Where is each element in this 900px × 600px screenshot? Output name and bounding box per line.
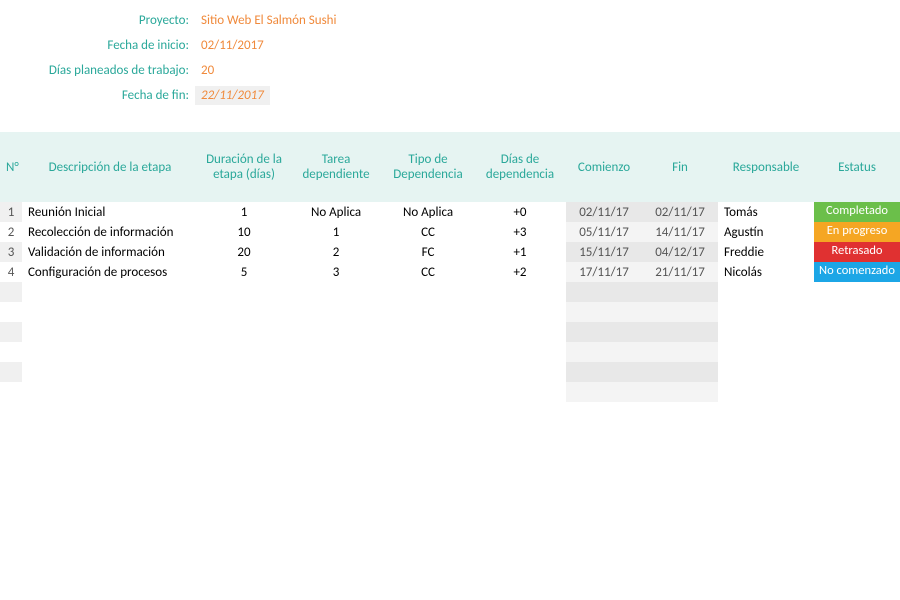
cell-est: No comenzado [814, 262, 900, 282]
cell-fin: 21/11/17 [642, 262, 718, 282]
label-dias-planeados: Días planeados de trabajo: [0, 63, 195, 78]
table-row-empty [0, 362, 900, 382]
cell-est: En progreso [814, 222, 900, 242]
value-fecha-fin: 22/11/2017 [195, 86, 270, 105]
col-desc: Descripción de la etapa [22, 132, 198, 202]
cell-fin: 14/11/17 [642, 222, 718, 242]
label-fecha-inicio: Fecha de inicio: [0, 38, 195, 53]
table-row[interactable]: 3Validación de información202FC+115/11/1… [0, 242, 900, 262]
col-tipo: Tipo de Dependencia [382, 132, 474, 202]
col-fin: Fin [642, 132, 718, 202]
col-com: Comienzo [566, 132, 642, 202]
cell-dias: +2 [474, 262, 566, 282]
cell-est: Retrasado [814, 242, 900, 262]
cell-dur: 10 [198, 222, 290, 242]
status-badge: No comenzado [814, 262, 900, 282]
cell-dias: +3 [474, 222, 566, 242]
col-est: Estatus [814, 132, 900, 202]
cell-dur: 5 [198, 262, 290, 282]
table-row[interactable]: 2Recolección de información101CC+305/11/… [0, 222, 900, 242]
cell-num: 4 [0, 262, 22, 282]
col-resp: Responsable [718, 132, 814, 202]
project-row-fecha-fin: Fecha de fin: 22/11/2017 [0, 83, 900, 108]
cell-desc: Configuración de procesos [22, 262, 198, 282]
label-fecha-fin: Fecha de fin: [0, 88, 195, 103]
cell-com: 05/11/17 [566, 222, 642, 242]
label-proyecto: Proyecto: [0, 13, 195, 28]
cell-desc: Reunión Inicial [22, 202, 198, 222]
cell-dep: 3 [290, 262, 382, 282]
cell-dur: 20 [198, 242, 290, 262]
project-info: Proyecto: Sitio Web El Salmón Sushi Fech… [0, 0, 900, 114]
table-body: 1Reunión Inicial1No AplicaNo Aplica+002/… [0, 202, 900, 402]
col-dias: Días de dependencia [474, 132, 566, 202]
cell-tipo: CC [382, 262, 474, 282]
table-row-empty [0, 382, 900, 402]
project-row-proyecto: Proyecto: Sitio Web El Salmón Sushi [0, 8, 900, 33]
col-num: N° [0, 132, 22, 202]
table-row-empty [0, 282, 900, 302]
cell-dep: 2 [290, 242, 382, 262]
cell-tipo: FC [382, 242, 474, 262]
cell-resp: Freddie [718, 242, 814, 262]
table-header: N° Descripción de la etapa Duración de l… [0, 132, 900, 202]
table-row-empty [0, 342, 900, 362]
col-dep: Tarea dependiente [290, 132, 382, 202]
cell-desc: Validación de información [22, 242, 198, 262]
project-row-fecha-inicio: Fecha de inicio: 02/11/2017 [0, 33, 900, 58]
cell-dep: No Aplica [290, 202, 382, 222]
cell-dur: 1 [198, 202, 290, 222]
table-row-empty [0, 322, 900, 342]
project-row-dias-planeados: Días planeados de trabajo: 20 [0, 58, 900, 83]
table-row-empty [0, 302, 900, 322]
cell-dep: 1 [290, 222, 382, 242]
cell-com: 17/11/17 [566, 262, 642, 282]
table-row[interactable]: 1Reunión Inicial1No AplicaNo Aplica+002/… [0, 202, 900, 222]
table-row[interactable]: 4Configuración de procesos53CC+217/11/17… [0, 262, 900, 282]
cell-tipo: CC [382, 222, 474, 242]
value-fecha-inicio: 02/11/2017 [195, 36, 270, 55]
cell-tipo: No Aplica [382, 202, 474, 222]
cell-est: Completado [814, 202, 900, 222]
value-dias-planeados: 20 [195, 61, 220, 80]
stages-table: N° Descripción de la etapa Duración de l… [0, 132, 900, 402]
cell-num: 3 [0, 242, 22, 262]
cell-dias: +1 [474, 242, 566, 262]
status-badge: En progreso [814, 222, 900, 242]
status-badge: Retrasado [814, 242, 900, 262]
cell-resp: Nicolás [718, 262, 814, 282]
cell-com: 02/11/17 [566, 202, 642, 222]
cell-resp: Agustín [718, 222, 814, 242]
cell-num: 1 [0, 202, 22, 222]
cell-resp: Tomás [718, 202, 814, 222]
cell-fin: 04/12/17 [642, 242, 718, 262]
cell-com: 15/11/17 [566, 242, 642, 262]
status-badge: Completado [814, 202, 900, 222]
cell-fin: 02/11/17 [642, 202, 718, 222]
col-dur: Duración de la etapa (días) [198, 132, 290, 202]
cell-dias: +0 [474, 202, 566, 222]
cell-num: 2 [0, 222, 22, 242]
value-proyecto: Sitio Web El Salmón Sushi [195, 11, 342, 30]
cell-desc: Recolección de información [22, 222, 198, 242]
